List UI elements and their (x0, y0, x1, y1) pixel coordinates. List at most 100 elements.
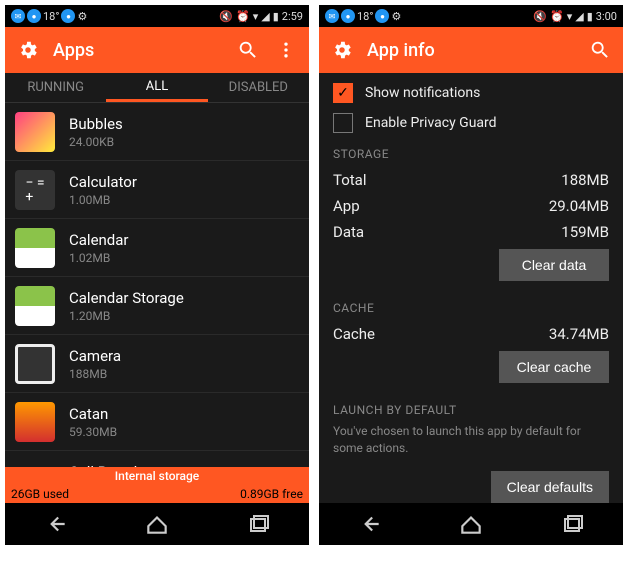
app-icon (15, 112, 55, 152)
show-notifications-label: Show notifications (365, 85, 480, 101)
nav-bar (319, 503, 623, 545)
temperature-indicator: 18° (43, 10, 59, 23)
tab-disabled[interactable]: DISABLED (208, 73, 309, 102)
gear-icon: ⚙ (391, 10, 401, 23)
app-list[interactable]: Bubbles 24.00KB − =+ Calculator 1.00MB Calend… (5, 103, 309, 467)
overflow-icon[interactable] (275, 39, 297, 61)
gear-icon: ⚙ (77, 10, 87, 23)
search-icon[interactable] (589, 39, 611, 61)
recent-icon[interactable] (558, 510, 586, 538)
storage-bar: Internal storage 26GB used 0.89GB free (5, 467, 309, 503)
cache-label: Cache (333, 325, 375, 343)
battery-icon: ▮ (273, 10, 279, 23)
clock: 3:00 (596, 10, 617, 23)
app-name: Calendar Storage (69, 289, 184, 307)
app-icon: − =+ (15, 170, 55, 210)
apps-screen: ✉ ● 18° ● ⚙ 🔇 ⏰ ▾ ◢ ▮ 2:59 Apps RUNNING … (5, 5, 309, 545)
app-row[interactable]: Camera 188MB (5, 335, 309, 393)
alarm-icon: ⏰ (236, 10, 250, 23)
notif-icon: ✉ (325, 9, 339, 23)
clear-defaults-button[interactable]: Clear defaults (491, 471, 609, 503)
cache-value: 34.74MB (549, 325, 609, 343)
notif-icon: ✉ (11, 9, 25, 23)
storage-free: 0.89GB free (240, 487, 303, 501)
app-icon (15, 228, 55, 268)
battery-icon: ▮ (587, 10, 593, 23)
storage-used: 26GB used (11, 487, 69, 501)
tabs: RUNNING ALL DISABLED (5, 73, 309, 103)
app-row[interactable]: Calendar 1.02MB (5, 219, 309, 277)
cache-header: CACHE (333, 301, 609, 315)
back-icon[interactable] (42, 510, 70, 538)
total-value: 188MB (561, 171, 609, 189)
app-icon (15, 402, 55, 442)
checkbox-checked-icon[interactable]: ✓ (333, 83, 353, 103)
temperature-indicator: 18° (357, 10, 373, 23)
notif-icon: ● (61, 9, 75, 23)
data-label: Data (333, 223, 364, 241)
app-info-screen: ✉ ● 18° ● ⚙ 🔇 ⏰ ▾ ◢ ▮ 3:00 App info ✓ Sh… (319, 5, 623, 545)
home-icon[interactable] (143, 510, 171, 538)
launch-desc: You've chosen to launch this app by defa… (333, 423, 609, 457)
app-name: Calculator (69, 173, 137, 191)
app-size: 24.00KB (69, 135, 123, 149)
app-name: Calendar (69, 231, 129, 249)
storage-label: Internal storage (5, 467, 309, 483)
recent-icon[interactable] (244, 510, 272, 538)
data-value: 159MB (561, 223, 609, 241)
clear-cache-button[interactable]: Clear cache (499, 351, 609, 383)
wifi-icon: ▾ (567, 10, 573, 23)
alarm-icon: ⏰ (550, 10, 564, 23)
app-row[interactable]: Catan 59.30MB (5, 393, 309, 451)
app-row[interactable]: Bubbles 24.00KB (5, 103, 309, 161)
app-size: 1.02MB (69, 251, 129, 265)
tab-running[interactable]: RUNNING (5, 73, 106, 102)
page-title: App info (367, 40, 589, 61)
app-info-content: ✓ Show notifications Enable Privacy Guar… (319, 73, 623, 503)
app-size: 188MB (69, 367, 121, 381)
app-name: Camera (69, 347, 121, 365)
notif-icon: ● (27, 9, 41, 23)
notif-icon: ● (341, 9, 355, 23)
app-icon: 📢 (15, 460, 55, 468)
notif-icon: ● (375, 9, 389, 23)
home-icon[interactable] (457, 510, 485, 538)
page-title: Apps (53, 40, 237, 61)
checkbox-unchecked-icon[interactable] (333, 113, 353, 133)
app-row[interactable]: Calendar Storage 1.20MB (5, 277, 309, 335)
app-row[interactable]: − =+ Calculator 1.00MB (5, 161, 309, 219)
clear-data-button[interactable]: Clear data (499, 249, 609, 281)
app-icon (15, 286, 55, 326)
app-size: 1.00MB (69, 193, 137, 207)
back-icon[interactable] (356, 510, 384, 538)
settings-icon[interactable] (17, 39, 39, 61)
app-label: App (333, 197, 360, 215)
clock: 2:59 (282, 10, 303, 23)
app-name: Bubbles (69, 115, 123, 133)
action-bar: Apps (5, 27, 309, 73)
storage-header: STORAGE (333, 147, 609, 161)
action-bar: App info (319, 27, 623, 73)
app-size: 1.20MB (69, 309, 184, 323)
total-label: Total (333, 171, 367, 189)
signal-icon: ◢ (575, 10, 583, 23)
signal-icon: ◢ (261, 10, 269, 23)
privacy-guard-row[interactable]: Enable Privacy Guard (333, 113, 609, 133)
wifi-icon: ▾ (253, 10, 259, 23)
status-bar: ✉ ● 18° ● ⚙ 🔇 ⏰ ▾ ◢ ▮ 2:59 (5, 5, 309, 27)
app-icon (15, 344, 55, 384)
show-notifications-row[interactable]: ✓ Show notifications (333, 83, 609, 103)
app-value: 29.04MB (549, 197, 609, 215)
status-bar: ✉ ● 18° ● ⚙ 🔇 ⏰ ▾ ◢ ▮ 3:00 (319, 5, 623, 27)
nav-bar (5, 503, 309, 545)
mute-icon: 🔇 (219, 10, 233, 23)
tab-all[interactable]: ALL (106, 73, 207, 102)
privacy-guard-label: Enable Privacy Guard (365, 115, 497, 131)
app-name: Catan (69, 405, 117, 423)
mute-icon: 🔇 (533, 10, 547, 23)
launch-header: LAUNCH BY DEFAULT (333, 403, 609, 417)
app-size: 59.30MB (69, 425, 117, 439)
search-icon[interactable] (237, 39, 259, 61)
app-row[interactable]: 📢Cell Broadcasts104KB (5, 451, 309, 467)
settings-icon[interactable] (331, 39, 353, 61)
